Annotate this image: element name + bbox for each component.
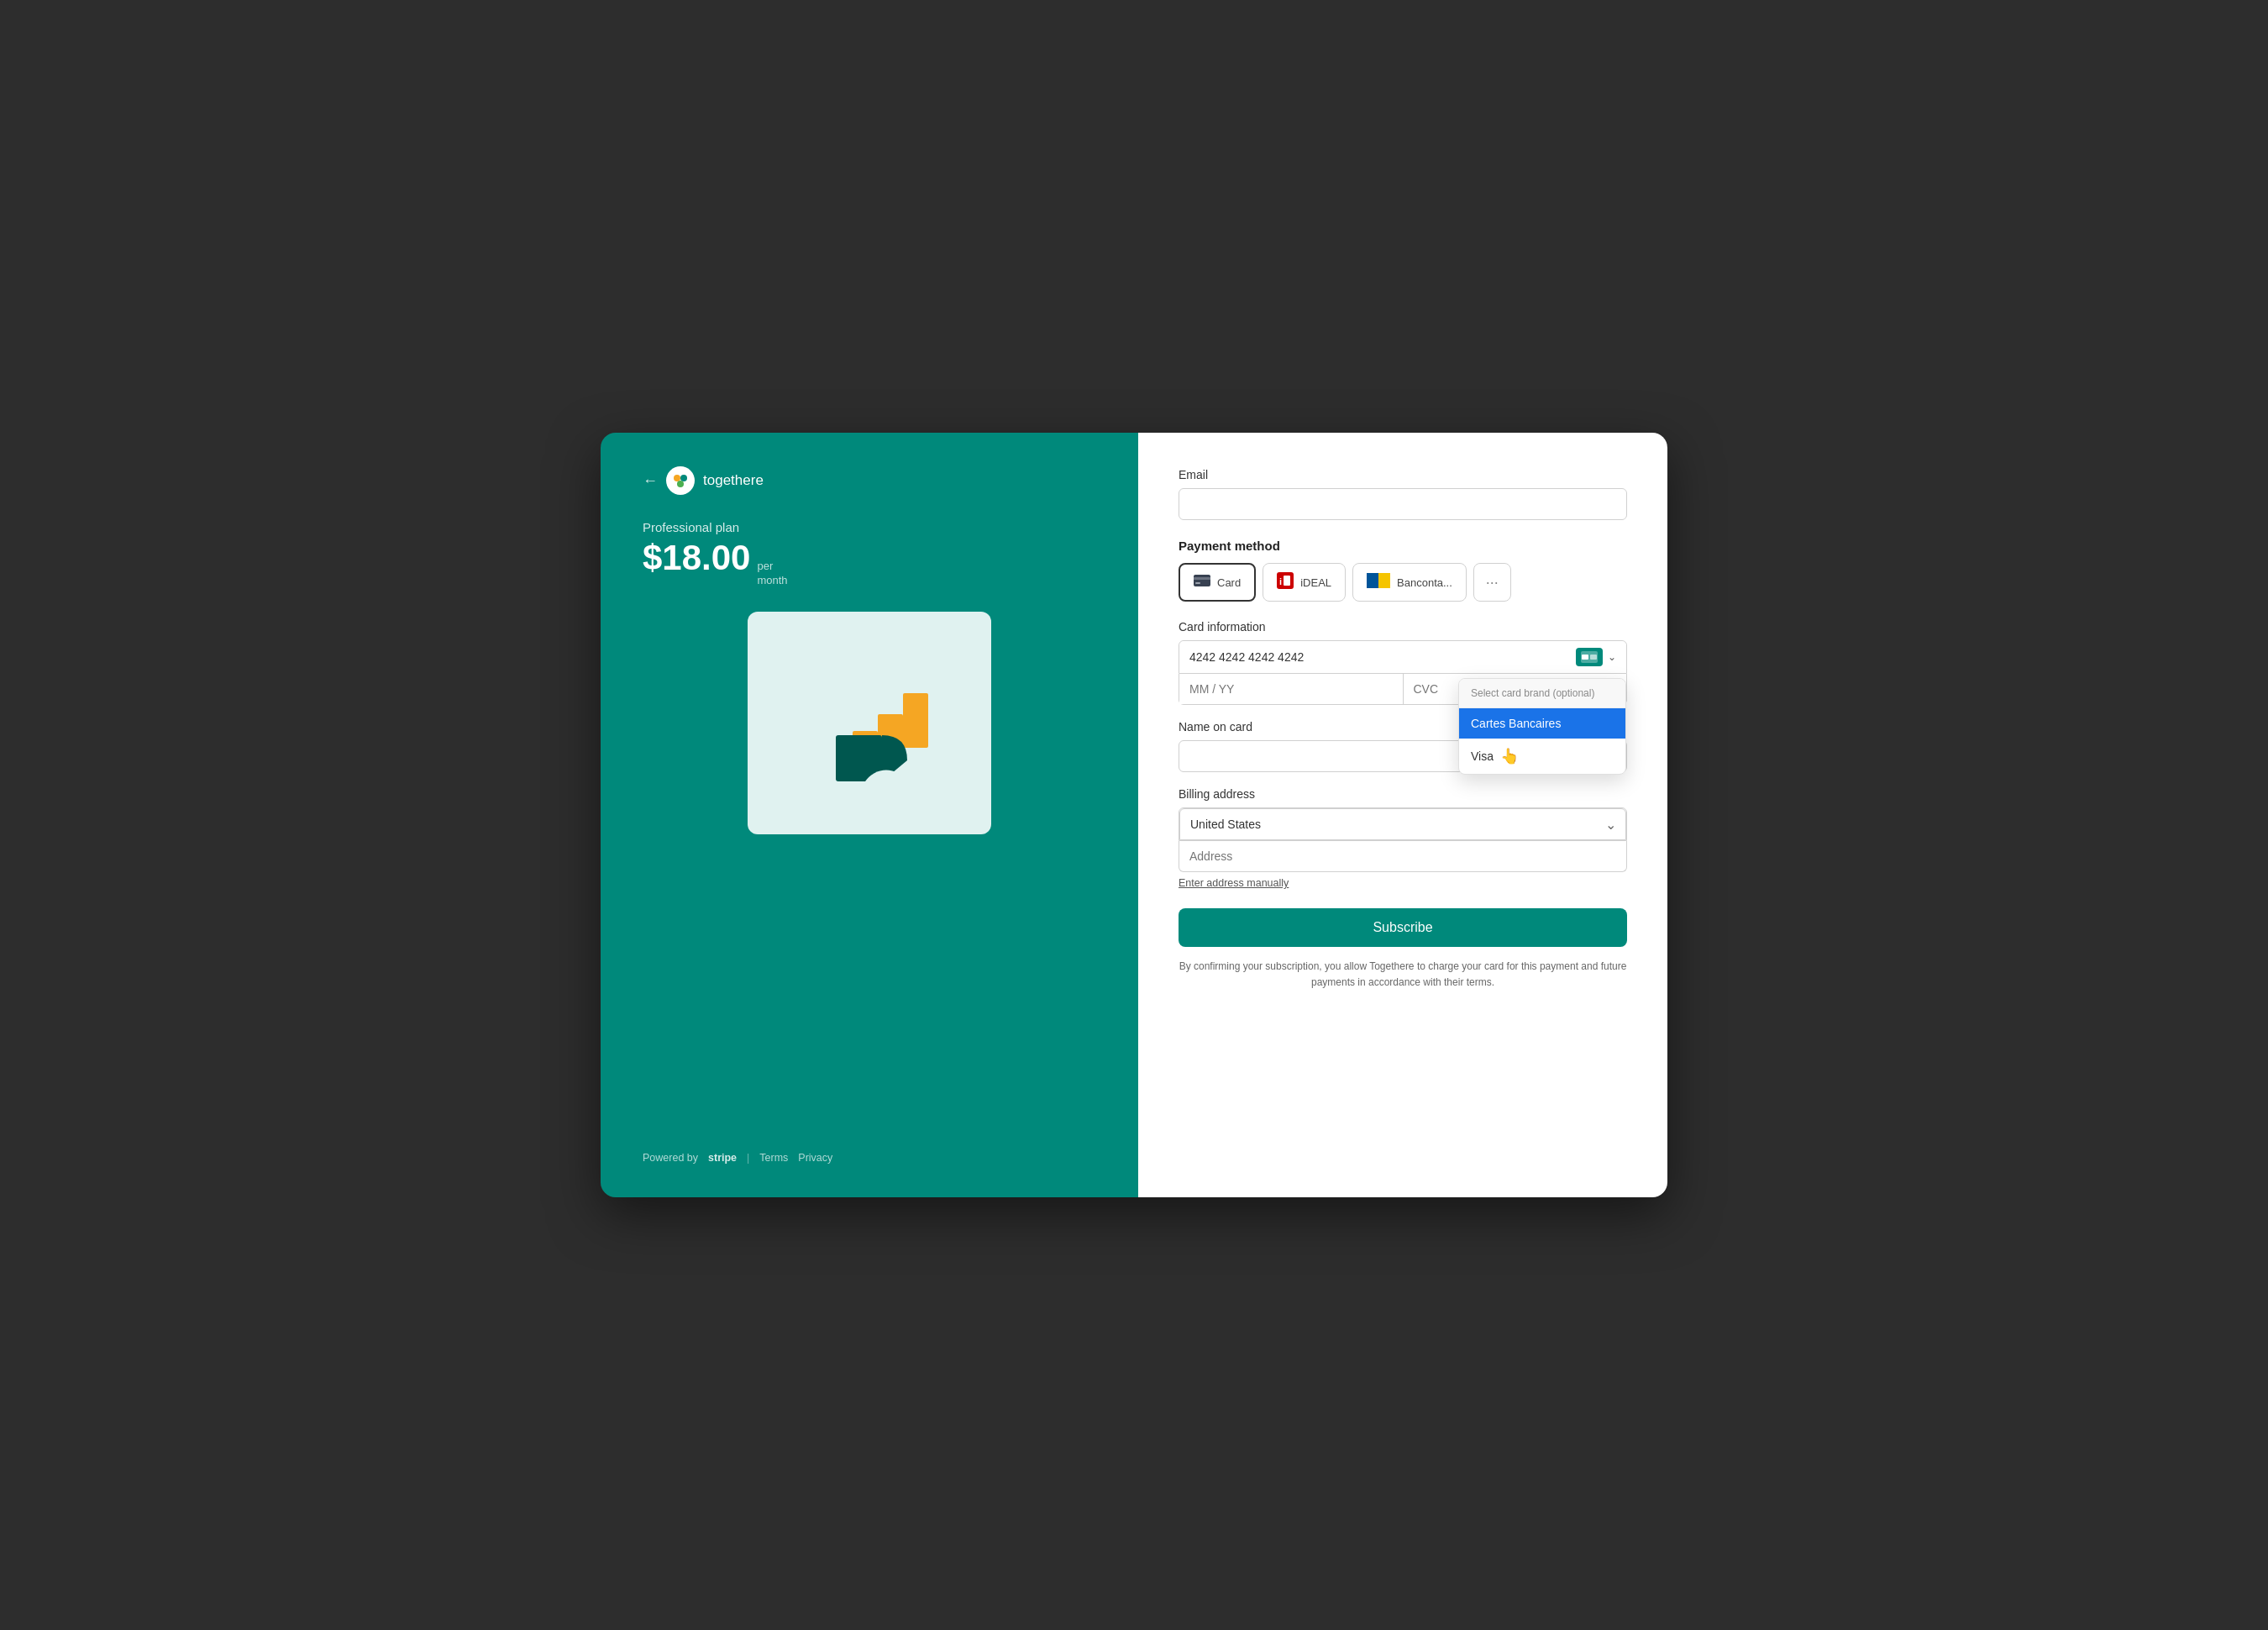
- back-arrow-icon[interactable]: ←: [643, 472, 658, 490]
- card-brand-dropdown: Select card brand (optional) Cartes Banc…: [1458, 678, 1626, 775]
- plan-info: Professional plan $18.00 permonth: [643, 520, 1096, 588]
- card-number-input[interactable]: [1179, 641, 1566, 673]
- dropdown-item-visa[interactable]: Visa 👆: [1459, 739, 1625, 774]
- payment-method-section: Payment method Card: [1179, 539, 1627, 602]
- svg-rect-9: [1194, 577, 1210, 580]
- svg-rect-18: [1590, 655, 1597, 660]
- svg-point-1: [674, 475, 680, 481]
- card-expiry-input[interactable]: [1179, 674, 1404, 704]
- privacy-link[interactable]: Privacy: [798, 1152, 832, 1164]
- terms-link[interactable]: Terms: [759, 1152, 788, 1164]
- svg-rect-6: [903, 693, 928, 748]
- back-nav: ← togethere: [643, 466, 1096, 495]
- footer-left: Powered by stripe | Terms Privacy: [643, 1152, 1096, 1164]
- card-brand-button[interactable]: ⌄: [1566, 641, 1626, 673]
- card-number-row: ⌄ Select card brand (optional) Cartes Ba…: [1179, 640, 1627, 674]
- svg-rect-15: [1378, 573, 1390, 588]
- svg-rect-10: [1195, 582, 1200, 584]
- payment-tabs: Card i iDEAL: [1179, 563, 1627, 602]
- svg-point-3: [677, 481, 684, 487]
- left-panel: ← togethere Professional plan $18.00 per…: [601, 433, 1138, 1197]
- footer-divider: |: [747, 1152, 749, 1164]
- ideal-tab-icon: i: [1277, 572, 1294, 592]
- brand-logo: [666, 466, 695, 495]
- checkout-container: ← togethere Professional plan $18.00 per…: [601, 433, 1667, 1197]
- card-brand-chevron: ⌄: [1608, 651, 1616, 663]
- bancontact-tab-label: Banconta...: [1397, 576, 1452, 589]
- card-info-label: Card information: [1179, 620, 1627, 634]
- tab-card[interactable]: Card: [1179, 563, 1256, 602]
- plan-price-period: permonth: [757, 560, 787, 588]
- plan-name: Professional plan: [643, 520, 1096, 534]
- svg-rect-13: [1284, 576, 1290, 586]
- plan-price: $18.00 permonth: [643, 538, 1096, 588]
- card-tab-label: Card: [1217, 576, 1241, 589]
- powered-by-text: Powered by: [643, 1152, 698, 1164]
- payment-method-label: Payment method: [1179, 539, 1627, 553]
- ideal-tab-label: iDEAL: [1300, 576, 1331, 589]
- tab-ideal[interactable]: i iDEAL: [1263, 563, 1346, 602]
- svg-rect-8: [1194, 575, 1210, 586]
- bancontact-tab-icon: [1367, 573, 1390, 592]
- plan-price-amount: $18.00: [643, 538, 750, 578]
- dropdown-item-cartes-bancaires[interactable]: Cartes Bancaires: [1459, 708, 1625, 739]
- svg-point-2: [680, 475, 687, 481]
- email-label: Email: [1179, 468, 1627, 481]
- subscribe-button[interactable]: Subscribe: [1179, 908, 1627, 947]
- address-manual-link[interactable]: Enter address manually: [1179, 877, 1289, 889]
- more-tab-label: ···: [1486, 574, 1499, 592]
- email-section: Email: [1179, 468, 1627, 520]
- card-brand-icon: [1576, 648, 1603, 666]
- dropdown-header: Select card brand (optional): [1459, 679, 1625, 708]
- address-input[interactable]: [1179, 841, 1627, 872]
- card-tab-icon: [1194, 575, 1210, 590]
- country-select-wrapper: United States: [1179, 807, 1627, 841]
- svg-rect-14: [1367, 573, 1378, 588]
- country-select[interactable]: United States: [1179, 808, 1626, 840]
- email-input[interactable]: [1179, 488, 1627, 520]
- billing-address-label: Billing address: [1179, 787, 1627, 801]
- brand-name: togethere: [703, 472, 764, 489]
- tab-more[interactable]: ···: [1473, 563, 1511, 602]
- consent-text: By confirming your subscription, you all…: [1179, 959, 1627, 991]
- svg-text:i: i: [1279, 576, 1282, 586]
- card-info-section: Card information ⌄ Select c: [1179, 620, 1627, 705]
- stripe-brand: stripe: [708, 1152, 737, 1164]
- cursor-icon: 👆: [1500, 747, 1519, 765]
- billing-address-section: Billing address United States Enter addr…: [1179, 787, 1627, 890]
- tab-bancontact[interactable]: Banconta...: [1352, 563, 1467, 602]
- svg-rect-17: [1582, 655, 1588, 660]
- illustration: [748, 612, 991, 834]
- right-panel: Email Payment method Card: [1138, 433, 1667, 1197]
